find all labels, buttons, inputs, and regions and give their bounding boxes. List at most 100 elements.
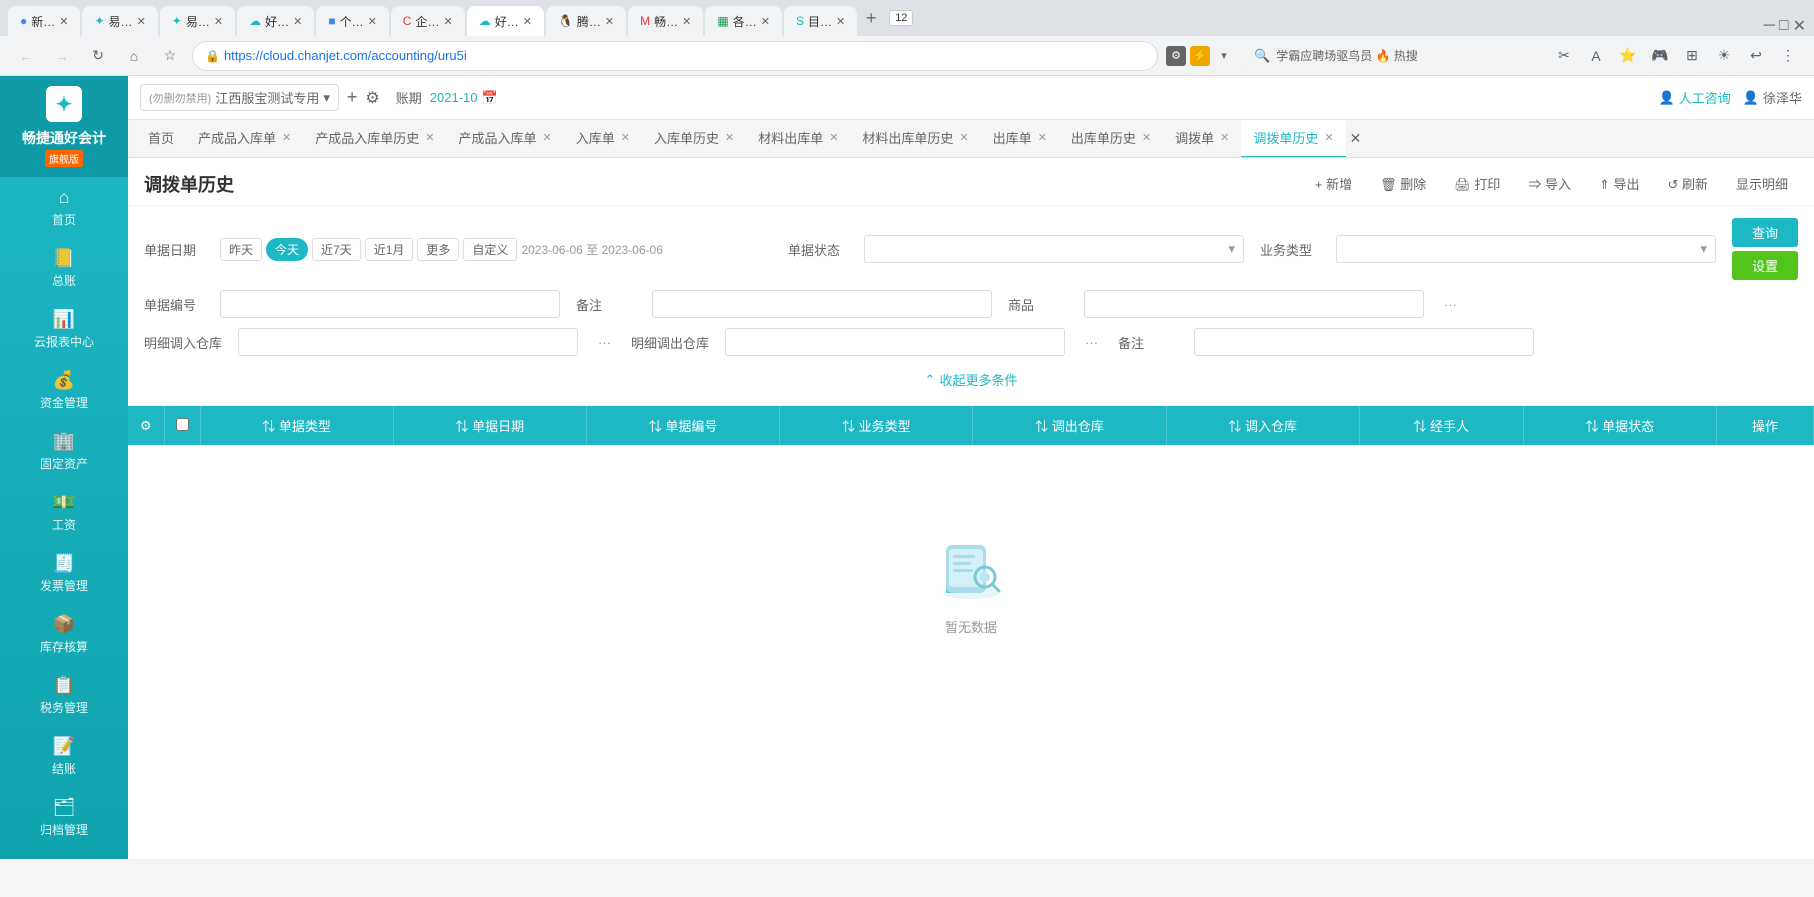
content-tab-close-5[interactable]: ✕: [725, 131, 734, 144]
home-button[interactable]: ⌂: [120, 42, 148, 70]
browser-tab-tab7[interactable]: ☁ 好… ✕: [467, 6, 544, 36]
content-tab-8[interactable]: 出库单 ✕: [981, 120, 1059, 158]
tab-close-tab10[interactable]: ✕: [761, 15, 770, 28]
calendar-icon[interactable]: 📅: [481, 90, 497, 106]
th-checkbox[interactable]: [164, 406, 200, 445]
tab-close-tab3[interactable]: ✕: [214, 15, 223, 28]
tab-close-tab5[interactable]: ✕: [368, 15, 377, 28]
browser-tab-tab11[interactable]: S 目… ✕: [784, 6, 857, 36]
tab-close-tab4[interactable]: ✕: [293, 15, 302, 28]
content-tab-7[interactable]: 材料出库单历史 ✕: [850, 120, 980, 158]
game-icon[interactable]: 🎮: [1646, 42, 1674, 70]
address-bar[interactable]: 🔒 https://cloud.chanjet.com/accounting/u…: [192, 41, 1158, 71]
th-gear[interactable]: ⚙: [128, 406, 164, 445]
sidebar-item-assets[interactable]: 🏢 固定资产: [0, 421, 128, 482]
browser-tab-tab9[interactable]: M 畅… ✕: [628, 6, 703, 36]
bookmark-button[interactable]: ☆: [156, 42, 184, 70]
back-button[interactable]: ←: [12, 42, 40, 70]
close-button[interactable]: ✕: [1793, 16, 1806, 36]
content-tab-close-4[interactable]: ✕: [621, 131, 630, 144]
date-btn-yesterday[interactable]: 昨天: [220, 238, 262, 261]
sidebar-item-wages[interactable]: 💵 工资: [0, 482, 128, 543]
order-no-input[interactable]: [220, 290, 560, 318]
content-tab-close-11[interactable]: ✕: [1324, 131, 1333, 144]
translate-icon[interactable]: A: [1582, 42, 1610, 70]
content-tab-5[interactable]: 入库单历史 ✕: [642, 120, 746, 158]
collapse-filter-button[interactable]: ⌃ 收起更多条件: [925, 370, 1018, 389]
sidebar-item-settlement[interactable]: 📝 结账: [0, 726, 128, 787]
goods-ellipsis[interactable]: ···: [1440, 297, 1461, 312]
ext-lightning-icon[interactable]: ⚡: [1190, 46, 1210, 66]
tab-close-tab11[interactable]: ✕: [836, 15, 845, 28]
sidebar-item-inventory[interactable]: 📦 库存核算: [0, 604, 128, 665]
tab-close-tab8[interactable]: ✕: [605, 15, 614, 28]
company-selector[interactable]: (勿删勿禁用) 江西服宝测试专用 ▾: [140, 84, 339, 111]
query-button[interactable]: 查询: [1732, 218, 1798, 247]
content-tab-close-2[interactable]: ✕: [425, 131, 434, 144]
settings-btn[interactable]: 设置: [1732, 251, 1798, 280]
date-btn-more[interactable]: 更多: [417, 238, 459, 261]
customer-service[interactable]: 👤 人工咨询: [1659, 88, 1731, 107]
search-bar[interactable]: 🔍 学霸应聘场驱鸟员 🔥 热搜: [1242, 41, 1542, 71]
scissors-icon[interactable]: ✂: [1550, 42, 1578, 70]
sidebar-item-invoice[interactable]: 🧾 发票管理: [0, 543, 128, 604]
new-tab-button[interactable]: +: [857, 4, 885, 32]
sidebar-item-home[interactable]: ⌂ 首页: [0, 177, 128, 238]
ext-dropdown-icon[interactable]: ▾: [1214, 46, 1234, 66]
content-tab-close-10[interactable]: ✕: [1220, 131, 1229, 144]
content-tab-3[interactable]: 产成品入库单 ✕: [446, 120, 563, 158]
date-btn-7days[interactable]: 近7天: [312, 238, 361, 261]
content-tab-11[interactable]: 调拨单历史 ✕: [1241, 120, 1345, 158]
display-detail-button[interactable]: 显示明细: [1726, 170, 1798, 197]
refresh-button[interactable]: ↺ 刷新: [1657, 170, 1718, 197]
tab-close-tab2[interactable]: ✕: [137, 15, 146, 28]
sidebar-item-basic[interactable]: ⚙ 基础设置: [0, 848, 128, 859]
date-btn-today[interactable]: 今天: [266, 238, 308, 261]
tab-close-tab9[interactable]: ✕: [682, 15, 691, 28]
sidebar-item-reports[interactable]: 📊 云报表中心: [0, 299, 128, 360]
content-tab-close-8[interactable]: ✕: [1038, 131, 1047, 144]
brightness-icon[interactable]: ☀: [1710, 42, 1738, 70]
tab-close-tab7[interactable]: ✕: [523, 15, 532, 28]
star-icon[interactable]: ⭐: [1614, 42, 1642, 70]
browser-tab-tab2[interactable]: ✦ 易… ✕: [82, 6, 157, 36]
browser-tab-tab8[interactable]: 🐧 腾… ✕: [546, 6, 626, 36]
date-btn-custom[interactable]: 自定义: [463, 238, 517, 261]
gear-icon[interactable]: ⚙: [140, 418, 152, 433]
new-record-button[interactable]: + 新增: [1305, 170, 1362, 197]
ext-puzzle-icon[interactable]: ⚙: [1166, 46, 1186, 66]
content-tab-1[interactable]: 产成品入库单 ✕: [186, 120, 303, 158]
content-tab-4[interactable]: 入库单 ✕: [564, 120, 642, 158]
user-avatar[interactable]: 👤 徐泽华: [1743, 88, 1802, 107]
content-tab-10[interactable]: 调拨单 ✕: [1163, 120, 1241, 158]
print-button[interactable]: 🖨 打印: [1444, 170, 1510, 197]
remark-input[interactable]: [652, 290, 992, 318]
content-tab-2[interactable]: 产成品入库单历史 ✕: [303, 120, 446, 158]
sidebar-item-archive[interactable]: 🗂 归档管理: [0, 787, 128, 848]
date-btn-1month[interactable]: 近1月: [365, 238, 414, 261]
import-button[interactable]: ⇒ 导入: [1518, 170, 1581, 197]
content-tab-9[interactable]: 出库单历史 ✕: [1059, 120, 1163, 158]
tab-close-tab1[interactable]: ✕: [59, 15, 68, 28]
browser-tab-tab5[interactable]: ■ 个… ✕: [316, 6, 388, 36]
warehouse-out-ellipsis[interactable]: ···: [1081, 335, 1102, 350]
browser-tab-tab10[interactable]: ▦ 各… ✕: [705, 6, 782, 36]
note-input[interactable]: [1194, 328, 1534, 356]
menu-icon[interactable]: ⋮: [1774, 42, 1802, 70]
content-tab-close-1[interactable]: ✕: [282, 131, 291, 144]
select-all-checkbox[interactable]: [176, 418, 189, 431]
close-all-tabs-button[interactable]: ✕: [1350, 130, 1362, 147]
undo-icon[interactable]: ↩: [1742, 42, 1770, 70]
sidebar-item-ledger[interactable]: 📒 总账: [0, 238, 128, 299]
content-tab-0[interactable]: 首页: [136, 120, 186, 158]
add-company-button[interactable]: +: [347, 87, 358, 108]
goods-input[interactable]: [1084, 290, 1424, 318]
warehouse-out-input[interactable]: [725, 328, 1065, 356]
delete-button[interactable]: 🗑 删除: [1370, 170, 1436, 197]
sidebar-item-tax[interactable]: 📋 税务管理: [0, 665, 128, 726]
browser-tab-tab3[interactable]: ✦ 易… ✕: [160, 6, 235, 36]
warehouse-in-input[interactable]: [238, 328, 578, 356]
grid-icon[interactable]: ⊞: [1678, 42, 1706, 70]
content-tab-close-9[interactable]: ✕: [1142, 131, 1151, 144]
content-tab-6[interactable]: 材料出库单 ✕: [746, 120, 850, 158]
